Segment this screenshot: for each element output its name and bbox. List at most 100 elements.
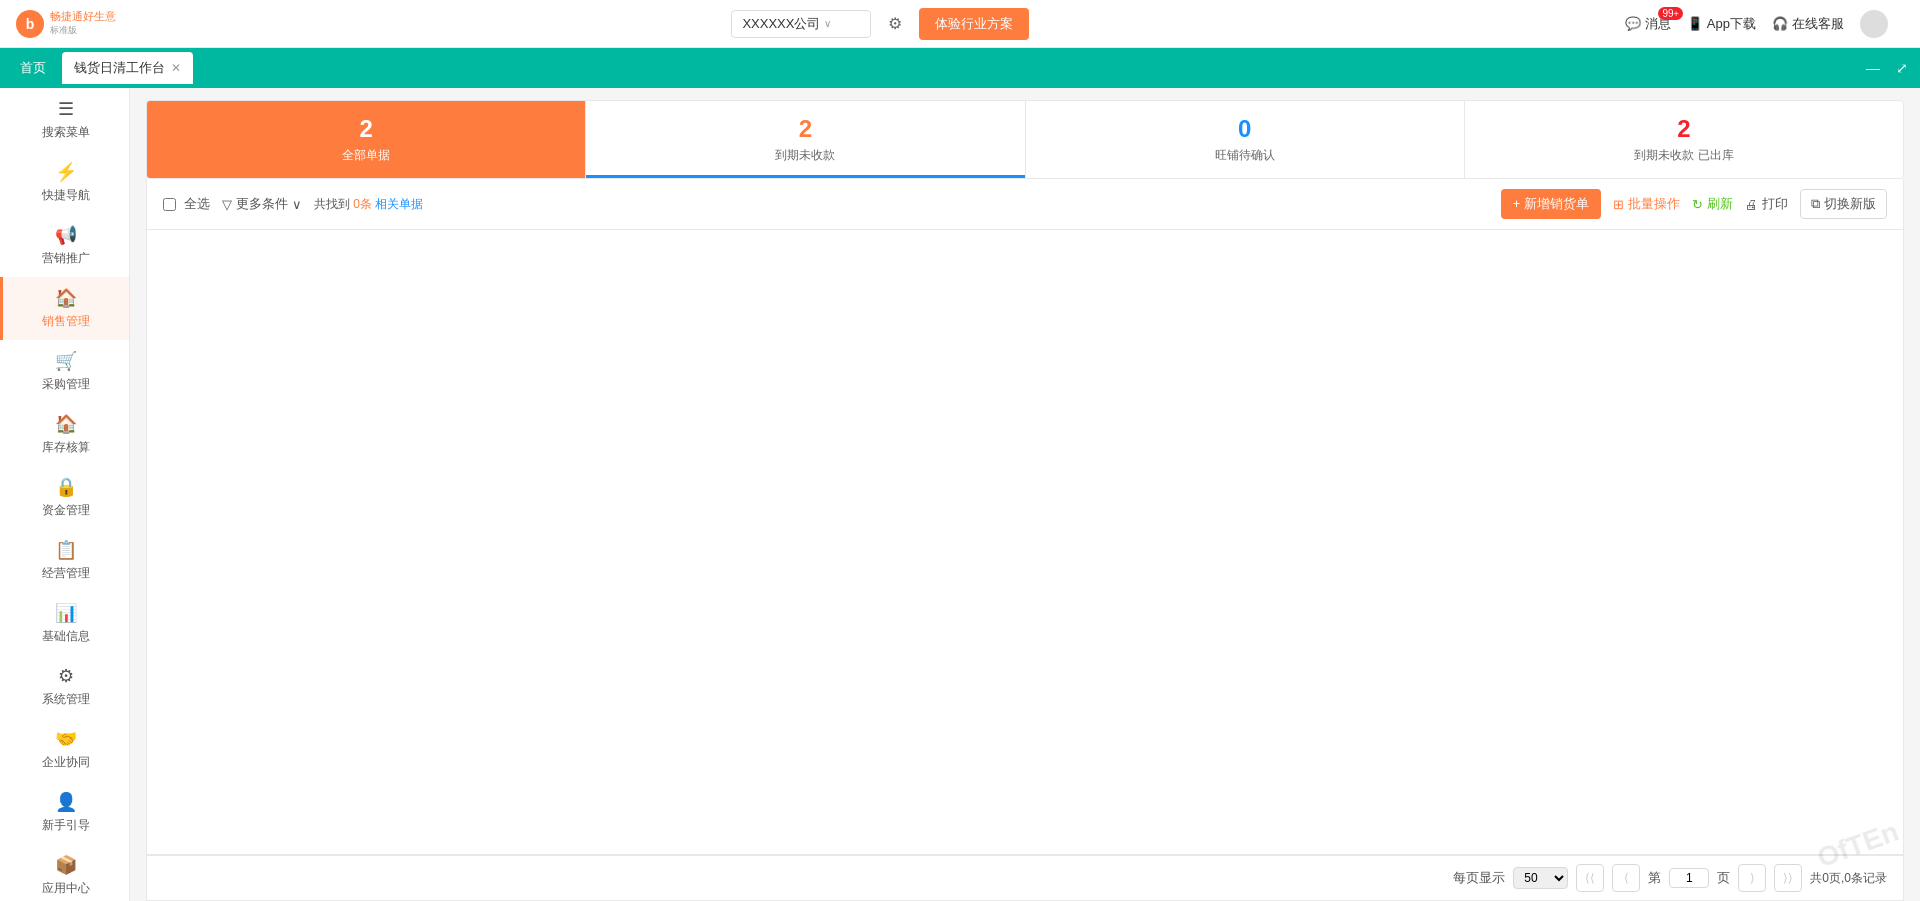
main-layout: ☰ 搜索菜单 ⚡ 快捷导航 📢 营销推广 🏠 销售管理 🛒 采购管理 🏠 库存核… [0,88,1920,901]
quick-nav-icon: ⚡ [55,161,77,183]
card-wangpu-label: 旺铺待确认 [1042,147,1448,164]
online-service-button[interactable]: 🎧 在线客服 [1772,15,1844,33]
card-wangpu-num: 0 [1042,115,1448,143]
filter-chevron-icon: ∨ [292,197,302,212]
page-label: 第 [1648,869,1661,887]
app-center-icon: 📦 [55,854,77,876]
purchase-icon: 🛒 [55,350,77,372]
toolbar: 全选 ▽ 更多条件 ∨ 共找到 0条 相关单据 + 新增销货单 ⊞ 批量操作 [146,179,1904,230]
base-info-icon: 📊 [55,602,77,624]
new-sales-order-button[interactable]: + 新增销货单 [1501,189,1601,219]
print-icon: 🖨 [1745,197,1758,212]
page-label-end: 页 [1717,869,1730,887]
tab-maximize-button[interactable]: ⤢ [1892,56,1912,80]
app-name: 畅捷通好生意 [50,10,116,23]
sidebar-item-app-center[interactable]: 📦 应用中心 [0,844,129,901]
sidebar-item-sales[interactable]: 🏠 销售管理 [0,277,129,340]
tab-minimize-button[interactable]: — [1862,56,1884,80]
switch-icon: ⧉ [1811,196,1820,212]
logo-area: b 畅捷通好生意 标准版 [16,10,136,38]
settings-button[interactable]: ⚙ [879,8,911,40]
enterprise-icon: 🤝 [55,728,77,750]
message-badge: 99+ [1658,7,1682,20]
marketing-icon: 📢 [55,224,77,246]
filter-button[interactable]: ▽ 更多条件 ∨ [222,195,302,213]
sidebar-item-marketing[interactable]: 📢 营销推广 [0,214,129,277]
tab-home[interactable]: 首页 [8,52,58,84]
card-shipped-num: 2 [1481,115,1887,143]
batch-icon: ⊞ [1613,197,1624,212]
sidebar-item-operations[interactable]: 📋 经营管理 [0,529,129,592]
top-bar-right: 💬 消息 99+ 📱 App下载 🎧 在线客服 [1625,10,1904,38]
company-chevron-icon: ∨ [824,18,831,29]
card-all-label: 全部单据 [163,147,569,164]
refresh-button[interactable]: ↻ 刷新 [1692,195,1733,213]
result-link[interactable]: 相关单据 [375,197,423,211]
message-button[interactable]: 💬 消息 99+ [1625,15,1671,33]
sidebar-item-newbie[interactable]: 👤 新手引导 [0,781,129,844]
result-count: 0条 [353,197,372,211]
logo-icon: b [16,10,44,38]
top-bar-left: b 畅捷通好生意 标准版 [16,10,136,38]
page-total: 共0页,0条记录 [1810,870,1887,887]
refresh-icon: ↻ [1692,197,1703,212]
card-shipped-label: 到期未收款 已出库 [1481,147,1887,164]
finance-icon: 🔒 [55,476,77,498]
avatar[interactable] [1860,10,1888,38]
app-download-button[interactable]: 📱 App下载 [1687,15,1756,33]
company-name: XXXXXX公司 [742,15,820,33]
company-controls: XXXXXX公司 ∨ ⚙ 体验行业方案 [731,8,1029,40]
filter-icon: ▽ [222,197,232,212]
company-selector[interactable]: XXXXXX公司 ∨ [731,10,871,38]
card-overdue-label: 到期未收款 [602,147,1008,164]
operations-icon: 📋 [55,539,77,561]
search-menu-icon: ☰ [58,98,74,120]
card-wangpu[interactable]: 0 旺铺待确认 [1026,101,1465,178]
page-size-label: 每页显示 [1453,869,1505,887]
tab-workbench[interactable]: 钱货日清工作台 ✕ [62,52,193,84]
last-page-button[interactable]: ⟩⟩ [1774,864,1802,892]
page-input[interactable] [1669,868,1709,888]
next-page-button[interactable]: ⟩ [1738,864,1766,892]
top-bar: b 畅捷通好生意 标准版 XXXXXX公司 ∨ ⚙ 体验行业方案 💬 消息 99… [0,0,1920,48]
sidebar-item-system[interactable]: ⚙ 系统管理 [0,655,129,718]
card-overdue[interactable]: 2 到期未收款 [586,101,1025,178]
inventory-icon: 🏠 [55,413,77,435]
app-badge: 标准版 [50,24,116,37]
card-shipped[interactable]: 2 到期未收款 已出库 [1465,101,1903,178]
page-size-select[interactable]: 50 100 200 [1513,867,1568,889]
toolbar-right: + 新增销货单 ⊞ 批量操作 ↻ 刷新 🖨 打印 ⧉ 切换新版 [1501,189,1887,219]
headset-icon: 🎧 [1772,16,1788,31]
first-page-button[interactable]: ⟨⟨ [1576,864,1604,892]
trial-button[interactable]: 体验行业方案 [919,8,1029,40]
result-text: 共找到 0条 相关单据 [314,196,423,213]
tab-close-icon[interactable]: ✕ [171,61,181,75]
sidebar-item-quick-nav[interactable]: ⚡ 快捷导航 [0,151,129,214]
toolbar-left: 全选 ▽ 更多条件 ∨ 共找到 0条 相关单据 [163,195,423,213]
select-all-input[interactable] [163,198,176,211]
sidebar-item-inventory[interactable]: 🏠 库存核算 [0,403,129,466]
sidebar-item-finance[interactable]: 🔒 资金管理 [0,466,129,529]
tab-bar-right: — ⤢ [1862,56,1912,80]
sidebar: ☰ 搜索菜单 ⚡ 快捷导航 📢 营销推广 🏠 销售管理 🛒 采购管理 🏠 库存核… [0,88,130,901]
sidebar-item-enterprise[interactable]: 🤝 企业协同 [0,718,129,781]
phone-icon: 📱 [1687,16,1703,31]
tab-bar: 首页 钱货日清工作台 ✕ — ⤢ [0,48,1920,88]
summary-cards: 2 全部单据 2 到期未收款 0 旺铺待确认 2 到期未收款 已出库 [146,100,1904,179]
sidebar-item-base-info[interactable]: 📊 基础信息 [0,592,129,655]
pagination: 每页显示 50 100 200 ⟨⟨ ⟨ 第 页 ⟩ ⟩⟩ 共0页,0条记录 [146,855,1904,901]
sales-icon: 🏠 [55,287,77,309]
switch-version-button[interactable]: ⧉ 切换新版 [1800,189,1887,219]
sidebar-item-purchase[interactable]: 🛒 采购管理 [0,340,129,403]
message-icon: 💬 [1625,16,1641,31]
sidebar-item-search-menu[interactable]: ☰ 搜索菜单 [0,88,129,151]
prev-page-button[interactable]: ⟨ [1612,864,1640,892]
logo-text-area: 畅捷通好生意 标准版 [50,10,116,36]
content-area: 2 全部单据 2 到期未收款 0 旺铺待确认 2 到期未收款 已出库 [130,88,1920,901]
card-all[interactable]: 2 全部单据 [147,101,586,178]
newbie-icon: 👤 [55,791,77,813]
select-all-checkbox[interactable]: 全选 [163,195,210,213]
print-button[interactable]: 🖨 打印 [1745,195,1788,213]
card-all-num: 2 [163,115,569,143]
batch-operation-button[interactable]: ⊞ 批量操作 [1613,195,1680,213]
